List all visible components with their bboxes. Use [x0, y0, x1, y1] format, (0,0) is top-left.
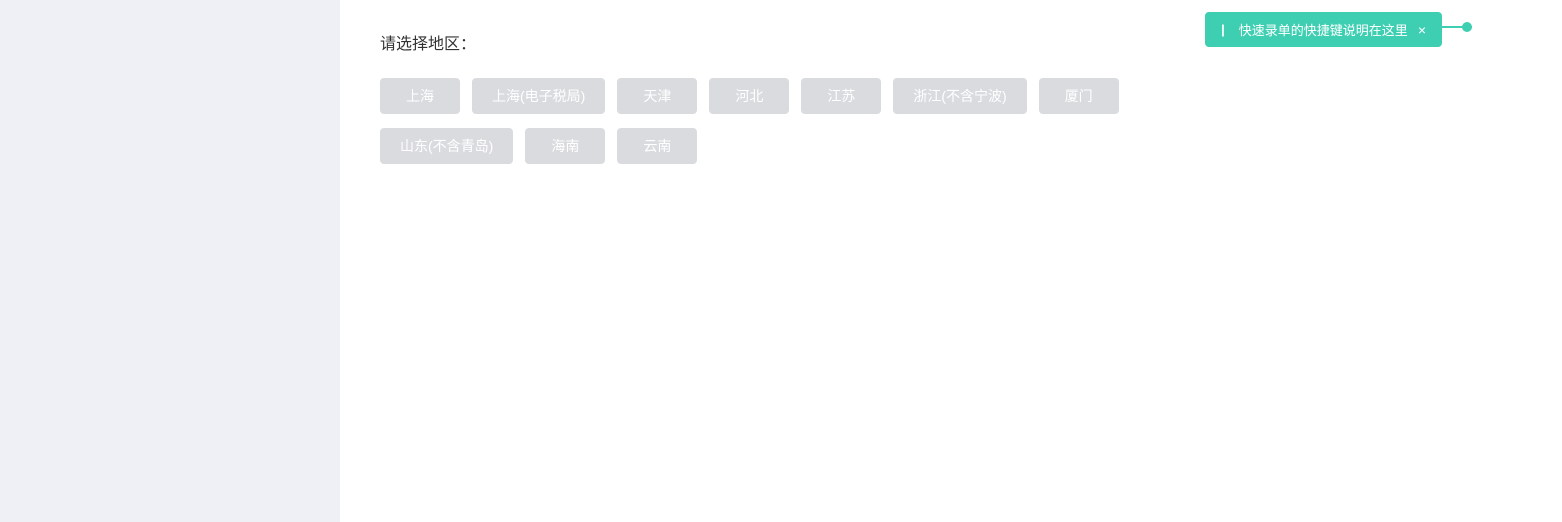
sidebar: [0, 0, 340, 522]
main-content: 请选择地区： 上海上海(电子税局)天津河北江苏浙江(不含宁波)厦门山东(不含青岛…: [340, 0, 1562, 522]
region-btn-xiamen[interactable]: 厦门: [1039, 78, 1119, 114]
region-btn-zhejiang[interactable]: 浙江(不含宁波): [893, 78, 1026, 114]
region-row-0: 上海上海(电子税局) 天津河北江苏浙江(不含宁波) 厦门: [380, 78, 1522, 114]
region-buttons-container: 上海上海(电子税局) 天津河北江苏浙江(不含宁波) 厦门山东(不含青岛) 海南云南: [380, 78, 1522, 164]
tooltip-dot: [1462, 22, 1472, 32]
region-btn-shanghai[interactable]: 上海: [380, 78, 460, 114]
region-row-1: 山东(不含青岛) 海南云南: [380, 128, 1522, 164]
region-btn-hebei[interactable]: 河北: [709, 78, 789, 114]
region-btn-tianjin[interactable]: 天津: [617, 78, 697, 114]
region-btn-shandong[interactable]: 山东(不含青岛): [380, 128, 513, 164]
region-btn-yunnan[interactable]: 云南: [617, 128, 697, 164]
tooltip-banner: 快速录单的快捷键说明在这里 ×: [1205, 12, 1442, 47]
region-btn-shanghai-etax[interactable]: 上海(电子税局): [472, 78, 605, 114]
region-btn-hainan[interactable]: 海南: [525, 128, 605, 164]
region-btn-jiangsu[interactable]: 江苏: [801, 78, 881, 114]
tooltip-close-button[interactable]: ×: [1418, 23, 1426, 37]
tooltip-text: 快速录单的快捷键说明在这里: [1239, 20, 1408, 39]
